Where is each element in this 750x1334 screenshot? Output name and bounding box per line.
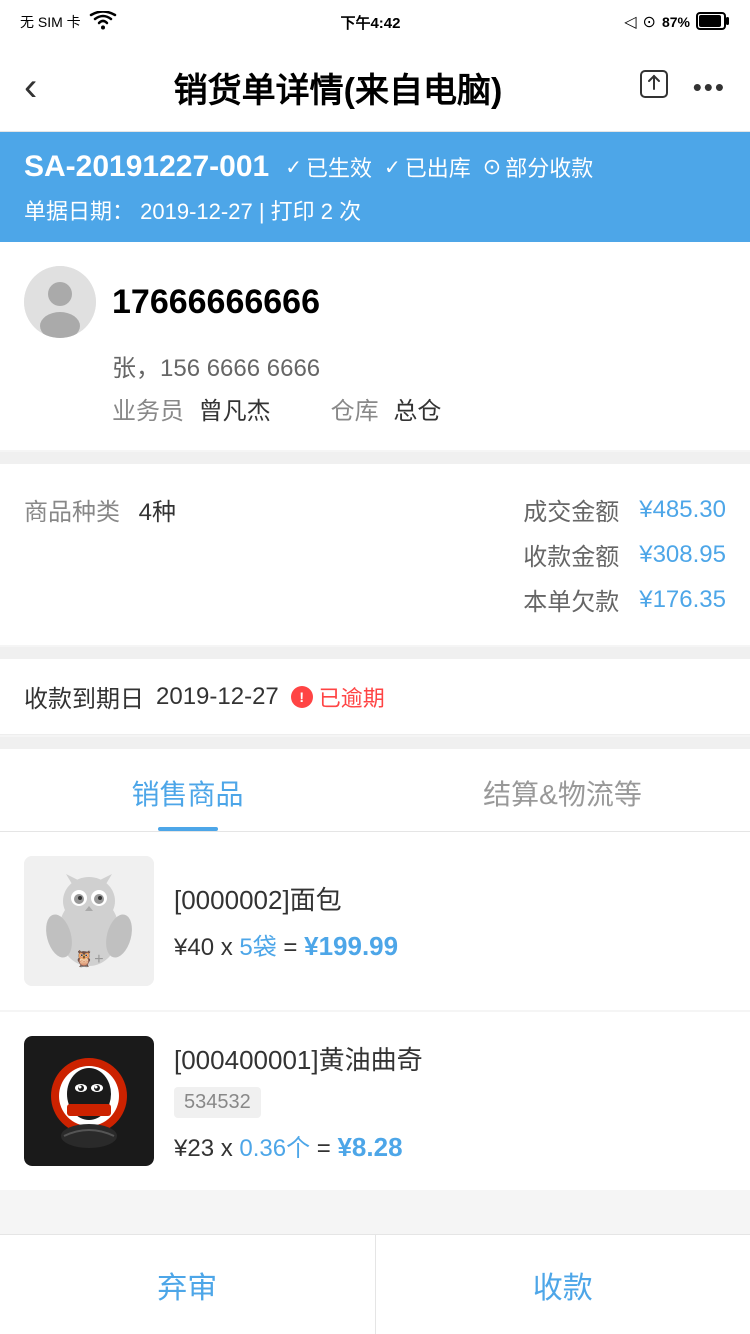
price-qty-1: 5袋 [239, 934, 276, 961]
badge-shipped-label: 已出库 [405, 151, 471, 183]
due-label: 收款到期日 [24, 679, 144, 714]
cancel-button[interactable]: 弃审 [0, 1235, 376, 1334]
divider-1 [0, 452, 750, 464]
check-icon-2: ✓ [384, 155, 401, 180]
more-icon[interactable]: ••• [693, 72, 726, 103]
badge-partial-label: 部分收款 [505, 151, 593, 183]
price-total-2: ¥8.28 [337, 1132, 402, 1162]
product-type-label: 商品种类 [24, 499, 120, 526]
tab-sales-label: 销售商品 [131, 779, 243, 810]
customer-section: 17666666666 张，156 6666 6666 业务员 曾凡杰 仓库 总… [0, 242, 750, 450]
badge-effective-label: 已生效 [306, 151, 372, 183]
bottom-bar: 弃审 收款 [0, 1234, 750, 1334]
overdue-badge: ! 已逾期 [291, 681, 385, 713]
divider-3 [0, 737, 750, 749]
status-time: 下午4:42 [340, 12, 400, 33]
product-thumb-1: 🦉+ [24, 856, 154, 986]
order-header: SA-20191227-001 ✓ 已生效 ✓ 已出库 ⊙ 部分收款 单据日期：… [0, 132, 750, 242]
warehouse-value: 总仓 [393, 398, 441, 425]
price-qty-2: 0.36个 [239, 1135, 310, 1162]
cancel-label: 弃审 [157, 1263, 217, 1307]
share-icon[interactable] [639, 69, 669, 106]
badge-effective: ✓ 已生效 [285, 151, 372, 183]
collect-amount-value: ¥308.95 [639, 541, 726, 569]
customer-meta: 业务员 曾凡杰 仓库 总仓 [112, 391, 726, 426]
status-bar: 无 SIM 卡 下午4:42 ◁ ⊙ 87% [0, 0, 750, 44]
product-batch-2: 534532 [174, 1087, 726, 1128]
collect-button[interactable]: 收款 [376, 1235, 750, 1334]
order-header-row2: 单据日期： 2019-12-27 | 打印 2 次 [24, 194, 726, 226]
customer-row: 17666666666 [24, 266, 726, 338]
nav-bar: ‹ 销货单详情(来自电脑) ••• [0, 44, 750, 132]
back-button[interactable]: ‹ [24, 65, 37, 110]
due-date: 2019-12-27 [156, 683, 279, 711]
price-unit-1: ¥40 [174, 934, 214, 961]
collect-amount-label: 收款金额 [523, 537, 619, 572]
overdue-text: 已逾期 [319, 681, 385, 713]
product-item-2: [000400001]黄油曲奇 534532 ¥23 x 0.36个 = ¥8.… [0, 1012, 750, 1190]
warehouse-label: 仓库 [331, 398, 379, 425]
clock-icon: ⊙ [483, 154, 501, 180]
tab-sales-products[interactable]: 销售商品 [0, 749, 375, 831]
product-info-2: [000400001]黄油曲奇 534532 ¥23 x 0.36个 = ¥8.… [174, 1040, 726, 1163]
page-title: 销货单详情(来自电脑) [37, 63, 638, 112]
products-section: 🦉+ [0000002]面包 ¥40 x 5袋 = ¥199.99 [0, 832, 750, 1190]
print-text: | 打印 2 次 [259, 199, 361, 224]
overdue-dot-icon: ! [291, 686, 313, 708]
price-total-1: ¥199.99 [304, 931, 398, 961]
order-header-row1: SA-20191227-001 ✓ 已生效 ✓ 已出库 ⊙ 部分收款 [24, 150, 726, 184]
tab-settlement-label: 结算&物流等 [483, 779, 642, 810]
product-type-value: 4种 [139, 499, 176, 526]
owed-amount-label: 本单欠款 [523, 582, 619, 617]
battery-icon [696, 12, 730, 33]
status-badges: ✓ 已生效 ✓ 已出库 ⊙ 部分收款 [285, 151, 593, 183]
batch-tag-2: 534532 [174, 1087, 261, 1118]
badge-shipped: ✓ 已出库 [384, 151, 471, 183]
nav-actions: ••• [639, 69, 726, 106]
svg-text:🦉+: 🦉+ [74, 950, 103, 968]
sim-text: 无 SIM 卡 [20, 12, 81, 32]
tabs: 销售商品 结算&物流等 [0, 749, 750, 832]
location-icon: ◁ [624, 12, 636, 32]
stats-section: 商品种类 4种 成交金额 ¥485.30 收款金额 ¥308.95 本单欠款 ¥… [0, 464, 750, 645]
date-label: 单据日期： [24, 199, 134, 224]
product-thumb-2 [24, 1036, 154, 1166]
collect-label: 收款 [533, 1263, 593, 1307]
warehouse-group: 仓库 总仓 [331, 391, 442, 426]
customer-avatar [24, 266, 96, 338]
check-icon: ✓ [285, 155, 302, 180]
customer-phone[interactable]: 17666666666 [112, 283, 320, 322]
price-unit-2: ¥23 [174, 1135, 214, 1162]
owed-amount-value: ¥176.35 [639, 586, 726, 614]
product-code-2: [000400001]黄油曲奇 [174, 1040, 726, 1077]
salesperson-label: 业务员 [112, 398, 184, 425]
salesperson-group: 业务员 曾凡杰 [112, 391, 271, 426]
status-left: 无 SIM 卡 [20, 11, 117, 34]
due-date-section: 收款到期日 2019-12-27 ! 已逾期 [0, 659, 750, 735]
amount-row-2: 收款金额 ¥308.95 [523, 537, 726, 572]
stats-left: 商品种类 4种 [24, 492, 176, 527]
product-price-2: ¥23 x 0.36个 = ¥8.28 [174, 1128, 726, 1163]
battery-text: 87% [662, 14, 690, 30]
product-code-1: [0000002]面包 [174, 880, 726, 917]
order-date: 2019-12-27 [140, 199, 253, 224]
badge-partial: ⊙ 部分收款 [483, 151, 593, 183]
product-price-1: ¥40 x 5袋 = ¥199.99 [174, 927, 726, 962]
divider-2 [0, 647, 750, 659]
amount-row-1: 成交金额 ¥485.30 [523, 492, 726, 527]
deal-amount-label: 成交金额 [523, 492, 619, 527]
stats-right: 成交金额 ¥485.30 收款金额 ¥308.95 本单欠款 ¥176.35 [523, 492, 726, 617]
alarm-icon: ⊙ [643, 12, 656, 32]
amount-row-3: 本单欠款 ¥176.35 [523, 582, 726, 617]
deal-amount-value: ¥485.30 [639, 496, 726, 524]
tab-settlement[interactable]: 结算&物流等 [375, 749, 750, 831]
product-item-1: 🦉+ [0000002]面包 ¥40 x 5袋 = ¥199.99 [0, 832, 750, 1010]
product-info-1: [0000002]面包 ¥40 x 5袋 = ¥199.99 [174, 880, 726, 962]
salesperson-value: 曾凡杰 [199, 398, 271, 425]
status-right: ◁ ⊙ 87% [624, 12, 730, 33]
customer-name-phone: 张，156 6666 6666 [112, 348, 726, 383]
wifi-icon [89, 11, 117, 34]
order-id: SA-20191227-001 [24, 150, 269, 184]
